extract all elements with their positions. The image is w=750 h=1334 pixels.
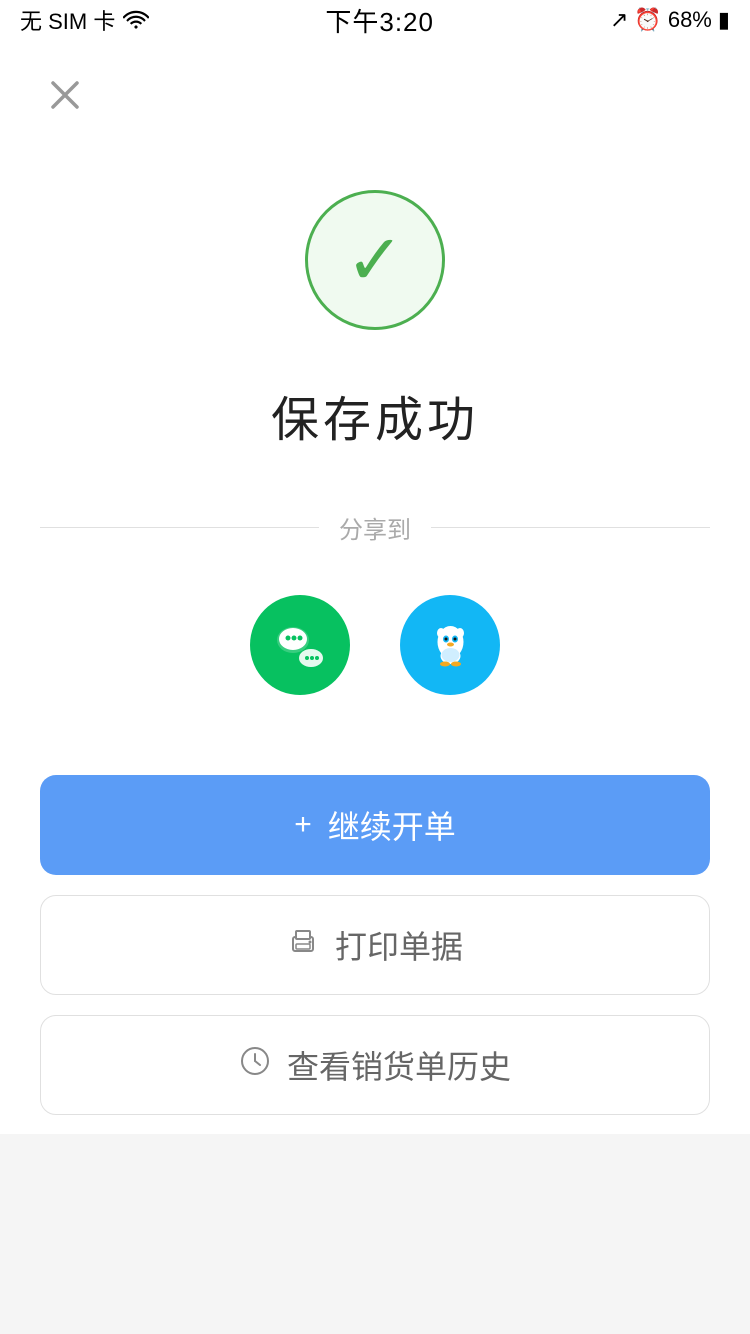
print-button[interactable]: 打印单据 bbox=[40, 895, 710, 995]
print-label: 打印单据 bbox=[335, 922, 463, 968]
no-sim-label: 无 SIM 卡 bbox=[20, 4, 115, 36]
close-button-row bbox=[40, 40, 710, 130]
divider-right bbox=[431, 527, 710, 528]
share-section: 分享到 bbox=[40, 510, 710, 715]
status-left: 无 SIM 卡 bbox=[20, 4, 149, 36]
printer-icon bbox=[287, 925, 319, 965]
qq-share-button[interactable] bbox=[400, 595, 500, 695]
history-button[interactable]: 查看销货单历史 bbox=[40, 1015, 710, 1115]
status-bar: 无 SIM 卡 下午3:20 ↗ ⏰ 68% ▮ bbox=[0, 0, 750, 40]
success-title: 保存成功 bbox=[271, 380, 479, 450]
divider-left bbox=[40, 527, 319, 528]
wifi-icon bbox=[123, 10, 149, 30]
action-buttons: + 继续开单 打印单据 bbox=[40, 775, 710, 1115]
qq-icon bbox=[423, 618, 478, 673]
continue-button[interactable]: + 继续开单 bbox=[40, 775, 710, 875]
alarm-icon: ⏰ bbox=[634, 7, 661, 33]
close-button[interactable] bbox=[40, 70, 90, 120]
checkmark-icon: ✓ bbox=[346, 225, 405, 295]
status-right: ↗ ⏰ 68% ▮ bbox=[610, 7, 730, 33]
battery-icon: ▮ bbox=[718, 7, 730, 33]
share-label: 分享到 bbox=[339, 510, 411, 545]
wechat-share-button[interactable] bbox=[250, 595, 350, 695]
continue-label: 继续开单 bbox=[328, 802, 456, 848]
status-time: 下午3:20 bbox=[325, 2, 434, 39]
bottom-area bbox=[0, 1134, 750, 1334]
divider-row: 分享到 bbox=[40, 510, 710, 545]
clock-icon bbox=[239, 1045, 271, 1085]
location-icon: ↗ bbox=[610, 7, 628, 33]
plus-icon: + bbox=[294, 808, 312, 842]
history-label: 查看销货单历史 bbox=[287, 1042, 511, 1088]
main-content: ✓ 保存成功 分享到 bbox=[0, 40, 750, 1134]
close-icon bbox=[49, 79, 81, 111]
success-icon-circle: ✓ bbox=[305, 190, 445, 330]
share-icons-row bbox=[250, 595, 500, 695]
wechat-icon bbox=[273, 618, 328, 673]
battery-label: 68% bbox=[668, 7, 712, 33]
